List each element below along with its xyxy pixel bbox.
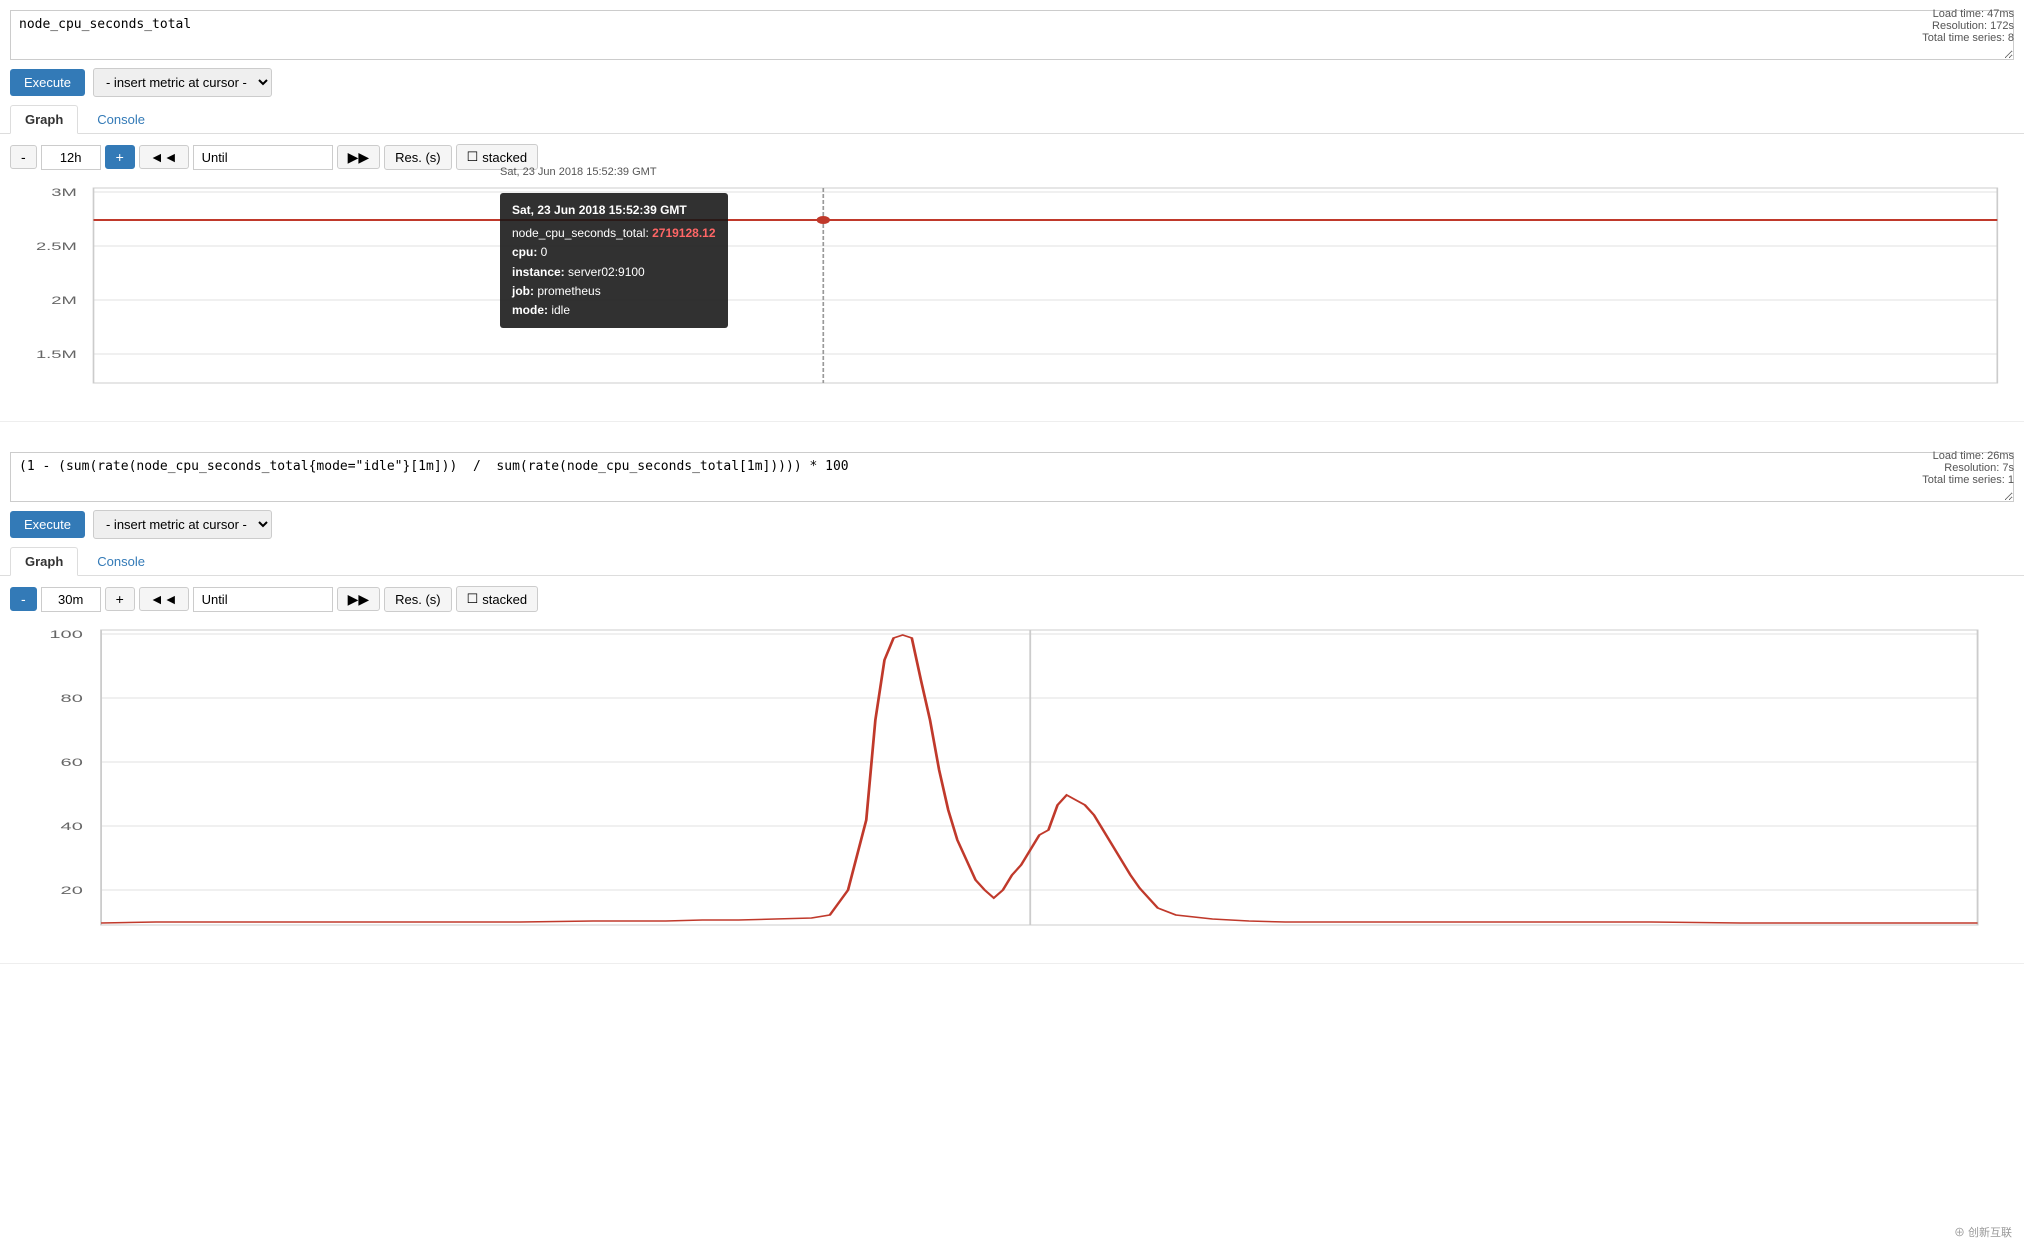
panel-2: Load time: 26ms Resolution: 7s Total tim… <box>0 442 2024 964</box>
panel1-load-time: Load time: 47ms <box>1922 8 2014 20</box>
panel-1: Load time: 47ms Resolution: 172s Total t… <box>0 0 2024 422</box>
panel1-query-row: node_cpu_seconds_total <box>0 10 2024 60</box>
panel1-stacked-checkbox: ☐ <box>467 149 479 165</box>
panel2-execute-row: Execute - insert metric at cursor - <box>0 510 2024 539</box>
panel2-total-series: Total time series: 1 <box>1922 474 2014 486</box>
panel1-y-label-25m: 2.5M <box>36 241 77 253</box>
panel1-res-btn[interactable]: Res. (s) <box>384 145 452 170</box>
panel1-execute-row: Execute - insert metric at cursor - <box>0 68 2024 97</box>
panel2-query-row: (1 - (sum(rate(node_cpu_seconds_total{mo… <box>0 452 2024 502</box>
panel1-resolution: Resolution: 172s <box>1922 20 2014 32</box>
panel1-meta: Load time: 47ms Resolution: 172s Total t… <box>1922 8 2014 44</box>
panel2-next-btn[interactable]: ▶▶ <box>337 587 381 611</box>
panel2-query-input[interactable]: (1 - (sum(rate(node_cpu_seconds_total{mo… <box>10 452 2014 502</box>
panel2-y-label-40: 40 <box>61 820 83 832</box>
panel1-tooltip-top-label: Sat, 23 Jun 2018 15:52:39 GMT <box>500 166 657 178</box>
panel2-minus-btn[interactable]: - <box>10 587 37 611</box>
panel2-metric-select[interactable]: - insert metric at cursor - <box>93 510 272 539</box>
panel2-until-input[interactable] <box>193 587 333 612</box>
panel1-prev-btn[interactable]: ◄◄ <box>139 145 189 169</box>
panel2-resolution: Resolution: 7s <box>1922 462 2014 474</box>
panel1-y-label-2m: 2M <box>51 295 76 307</box>
panel2-meta: Load time: 26ms Resolution: 7s Total tim… <box>1922 450 2014 486</box>
panel2-stacked-btn[interactable]: ☐ stacked <box>456 586 538 612</box>
panel1-execute-button[interactable]: Execute <box>10 69 85 96</box>
panel2-tabs: Graph Console <box>0 547 2024 576</box>
panel1-query-input[interactable]: node_cpu_seconds_total <box>10 10 2014 60</box>
panel1-next-btn[interactable]: ▶▶ <box>337 145 381 169</box>
panel2-tab-console[interactable]: Console <box>82 547 160 575</box>
panel1-tab-graph[interactable]: Graph <box>10 105 78 134</box>
panel2-execute-button[interactable]: Execute <box>10 511 85 538</box>
panel2-stacked-label: stacked <box>482 592 527 607</box>
panel2-graph-border <box>101 630 1977 925</box>
panel2-plus-btn[interactable]: + <box>105 587 135 611</box>
panel2-res-btn[interactable]: Res. (s) <box>384 587 452 612</box>
panel1-tabs: Graph Console <box>0 105 2024 134</box>
panel1-tab-console[interactable]: Console <box>82 105 160 133</box>
panel2-y-label-20: 20 <box>61 884 83 896</box>
panel1-total-series: Total time series: 8 <box>1922 32 2014 44</box>
panel1-until-input[interactable] <box>193 145 333 170</box>
panel1-y-label-15m: 1.5M <box>36 349 77 361</box>
panel1-graph-controls: - + ◄◄ ▶▶ Res. (s) ☐ stacked <box>0 144 2024 170</box>
panel1-stacked-label: stacked <box>482 150 527 165</box>
panel2-tab-graph[interactable]: Graph <box>10 547 78 576</box>
panel2-y-label-100: 100 <box>49 628 82 640</box>
panel2-stacked-checkbox: ☐ <box>467 591 479 607</box>
panel2-y-label-80: 80 <box>61 692 83 704</box>
panel1-graph-area: 3M 2.5M 2M 1.5M Sat, 23 Jun 2018 15:52:3… <box>10 178 2014 401</box>
panel1-graph-svg: 3M 2.5M 2M 1.5M <box>10 178 2014 398</box>
panel1-cursor-dot <box>817 216 830 224</box>
watermark: ⊕ 创新互联 <box>1954 1224 2012 1240</box>
panel1-plus-btn[interactable]: + <box>105 145 135 169</box>
panel2-graph-svg: 100 80 60 40 20 <box>10 620 2014 940</box>
panel1-y-label-3m: 3M <box>51 187 76 199</box>
panel2-graph-area: 100 80 60 40 20 <box>10 620 2014 943</box>
panel2-graph-controls: - + ◄◄ ▶▶ Res. (s) ☐ stacked <box>0 586 2024 612</box>
panel1-duration-input[interactable] <box>41 145 101 170</box>
panel2-duration-input[interactable] <box>41 587 101 612</box>
panel2-prev-btn[interactable]: ◄◄ <box>139 587 189 611</box>
panel1-metric-select[interactable]: - insert metric at cursor - <box>93 68 272 97</box>
panel1-minus-btn[interactable]: - <box>10 145 37 169</box>
panel2-load-time: Load time: 26ms <box>1922 450 2014 462</box>
panel2-y-label-60: 60 <box>61 756 83 768</box>
panel2-data-line <box>101 635 1977 923</box>
